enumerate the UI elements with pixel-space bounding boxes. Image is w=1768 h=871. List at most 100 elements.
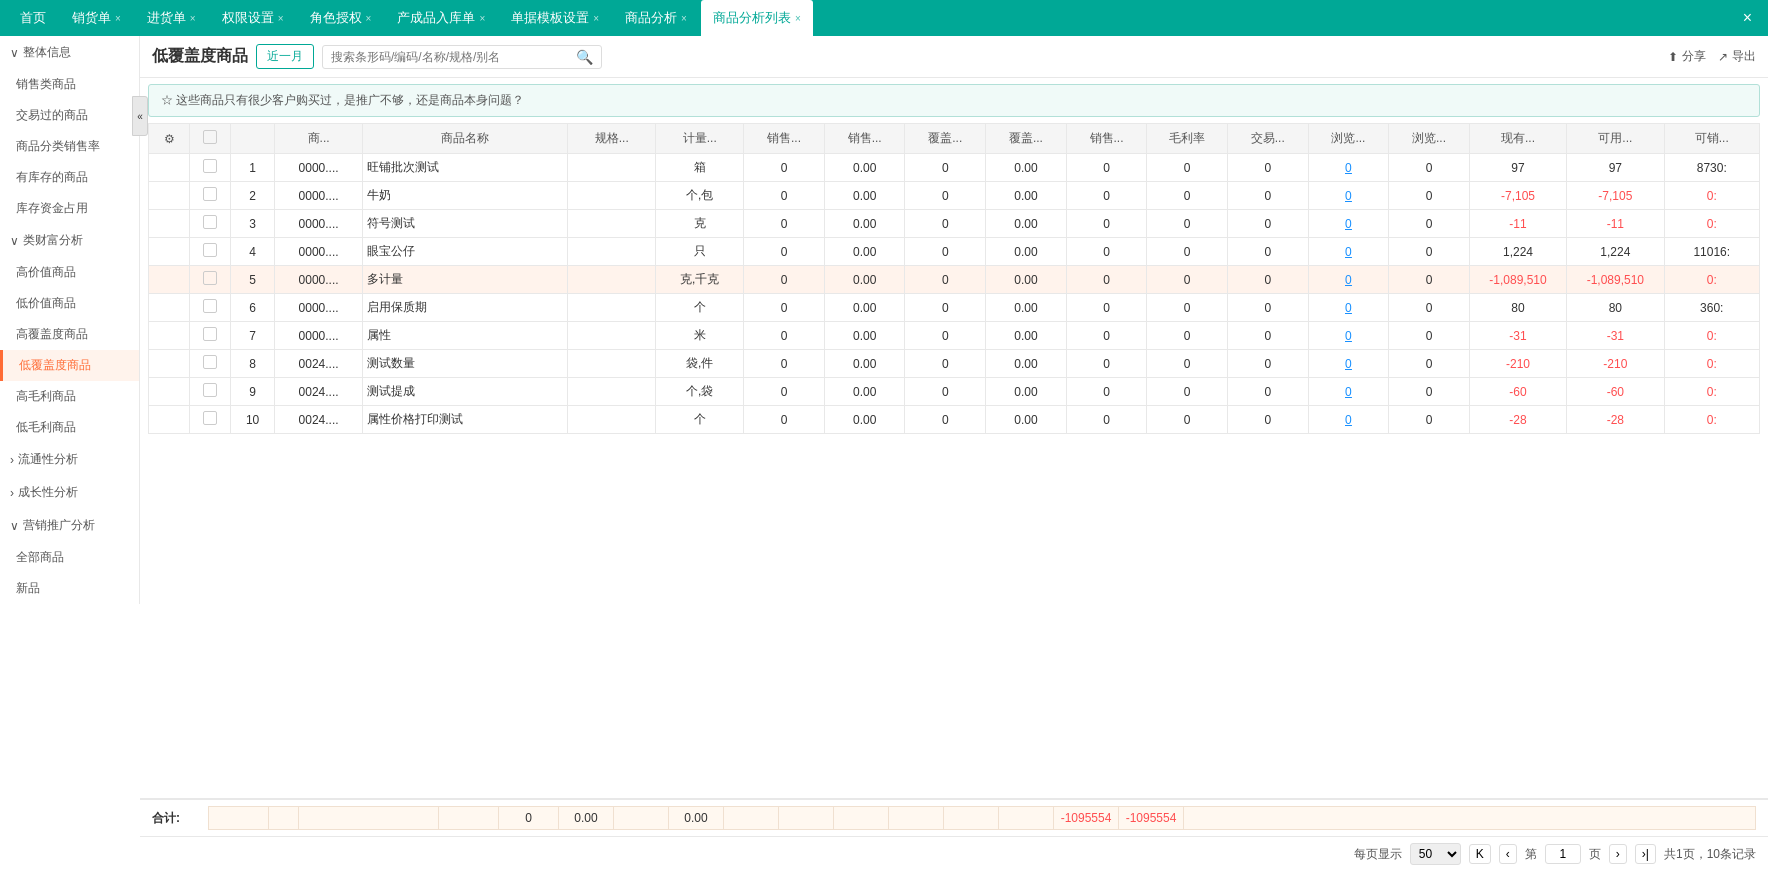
row-curr-stock: -31 — [1469, 322, 1566, 350]
sidebar-item-low-value[interactable]: 低价值商品 — [0, 288, 139, 319]
row-settings — [149, 238, 190, 266]
row-checkbox[interactable] — [190, 154, 231, 182]
row-browse1[interactable]: 0 — [1308, 350, 1389, 378]
row-browse1[interactable]: 0 — [1308, 294, 1389, 322]
row-browse1[interactable]: 0 — [1308, 210, 1389, 238]
sidebar-item-sales-rate[interactable]: 商品分类销售率 — [0, 131, 139, 162]
row-checkbox[interactable] — [190, 294, 231, 322]
row-browse1[interactable]: 0 — [1308, 266, 1389, 294]
per-page-select[interactable]: 50 100 200 — [1410, 843, 1461, 865]
last-page-button[interactable]: ›| — [1635, 844, 1656, 864]
row-browse1[interactable]: 0 — [1308, 238, 1389, 266]
export-label: 导出 — [1732, 48, 1756, 65]
prev-page-button[interactable]: ‹ — [1499, 844, 1517, 864]
th-code: 商... — [275, 124, 363, 154]
close-sales-icon[interactable]: × — [115, 13, 121, 24]
sidebar-section-flow[interactable]: › 流通性分析 — [0, 443, 139, 476]
row-spec — [568, 322, 656, 350]
th-profit-rate: 毛利率 — [1147, 124, 1228, 154]
row-browse1[interactable]: 0 — [1308, 322, 1389, 350]
row-browse2: 0 — [1389, 210, 1470, 238]
row-checkbox[interactable] — [190, 266, 231, 294]
sidebar-item-high-profit[interactable]: 高毛利商品 — [0, 381, 139, 412]
row-cov2: 0.00 — [986, 266, 1067, 294]
export-button[interactable]: ↗ 导出 — [1718, 48, 1756, 65]
close-permissions-icon[interactable]: × — [278, 13, 284, 24]
sidebar-item-high-coverage[interactable]: 高覆盖度商品 — [0, 319, 139, 350]
search-input[interactable] — [331, 50, 572, 64]
sidebar-section-growth[interactable]: › 成长性分析 — [0, 476, 139, 509]
date-filter-button[interactable]: 近一月 — [256, 44, 314, 69]
row-num: 2 — [231, 182, 275, 210]
row-name: 牛奶 — [363, 182, 568, 210]
sidebar-item-sales-goods[interactable]: 销售类商品 — [0, 69, 139, 100]
sidebar-item-inventory-capital[interactable]: 库存资金占用 — [0, 193, 139, 224]
sidebar-item-low-coverage[interactable]: 低覆盖度商品 — [0, 350, 139, 381]
tab-production[interactable]: 产成品入库单 × — [385, 0, 497, 36]
close-templates-icon[interactable]: × — [593, 13, 599, 24]
tab-analysis-list[interactable]: 商品分析列表 × — [701, 0, 813, 36]
tab-permissions-label: 权限设置 — [222, 9, 274, 27]
tab-sales[interactable]: 销货单 × — [60, 0, 133, 36]
sidebar-item-high-value[interactable]: 高价值商品 — [0, 257, 139, 288]
row-avail: -31 — [1567, 322, 1664, 350]
tab-analysis[interactable]: 商品分析 × — [613, 0, 699, 36]
share-button[interactable]: ⬆ 分享 — [1668, 48, 1706, 65]
row-trans: 0 — [1227, 266, 1308, 294]
next-page-button[interactable]: › — [1609, 844, 1627, 864]
row-checkbox[interactable] — [190, 406, 231, 434]
page-input[interactable] — [1545, 844, 1581, 864]
row-checkbox[interactable] — [190, 182, 231, 210]
close-purchase-icon[interactable]: × — [190, 13, 196, 24]
close-all-tabs-button[interactable]: × — [1735, 9, 1760, 27]
sidebar-item-inventory-goods[interactable]: 有库存的商品 — [0, 162, 139, 193]
row-browse1[interactable]: 0 — [1308, 378, 1389, 406]
sidebar-item-new-goods[interactable]: 新品 — [0, 573, 139, 604]
header-checkbox[interactable] — [203, 130, 217, 144]
tab-templates[interactable]: 单据模板设置 × — [499, 0, 611, 36]
sidebar-section-overview[interactable]: ∨ 整体信息 — [0, 36, 139, 69]
row-saleable: 0: — [1664, 322, 1759, 350]
th-available: 可用... — [1567, 124, 1664, 154]
tab-permissions[interactable]: 权限设置 × — [210, 0, 296, 36]
sidebar-collapse-button[interactable]: « — [132, 96, 148, 136]
row-browse1[interactable]: 0 — [1308, 154, 1389, 182]
share-label: 分享 — [1682, 48, 1706, 65]
row-sales-qty: 0 — [744, 154, 825, 182]
row-browse1[interactable]: 0 — [1308, 406, 1389, 434]
search-icon[interactable]: 🔍 — [576, 49, 593, 65]
row-sales-qty: 0 — [744, 294, 825, 322]
high-coverage-label: 高覆盖度商品 — [16, 327, 88, 341]
row-checkbox[interactable] — [190, 322, 231, 350]
total-empty-9 — [889, 807, 944, 829]
row-settings — [149, 406, 190, 434]
tab-home[interactable]: 首页 — [8, 0, 58, 36]
close-analysis-icon[interactable]: × — [681, 13, 687, 24]
sidebar-section-category[interactable]: ∨ 类财富分析 — [0, 224, 139, 257]
tab-production-label: 产成品入库单 — [397, 9, 475, 27]
tab-roles[interactable]: 角色授权 × — [298, 0, 384, 36]
close-analysis-list-icon[interactable]: × — [795, 13, 801, 24]
row-name: 启用保质期 — [363, 294, 568, 322]
row-browse1[interactable]: 0 — [1308, 182, 1389, 210]
th-settings[interactable]: ⚙ — [149, 124, 190, 154]
row-num: 3 — [231, 210, 275, 238]
close-production-icon[interactable]: × — [479, 13, 485, 24]
close-roles-icon[interactable]: × — [366, 13, 372, 24]
sidebar-item-low-profit[interactable]: 低毛利商品 — [0, 412, 139, 443]
sidebar-item-all-goods[interactable]: 全部商品 — [0, 542, 139, 573]
row-checkbox[interactable] — [190, 210, 231, 238]
row-browse2: 0 — [1389, 378, 1470, 406]
row-checkbox[interactable] — [190, 238, 231, 266]
row-checkbox[interactable] — [190, 378, 231, 406]
sidebar-item-traded-goods[interactable]: 交易过的商品 — [0, 100, 139, 131]
table-wrapper[interactable]: ⚙ 商... 商品名称 规格... 计量... 销售... 销售... 覆盖..… — [140, 123, 1768, 798]
row-saleable: 0: — [1664, 378, 1759, 406]
row-cov2: 0.00 — [986, 378, 1067, 406]
first-page-button[interactable]: K — [1469, 844, 1491, 864]
th-checkbox[interactable] — [190, 124, 231, 154]
row-checkbox[interactable] — [190, 350, 231, 378]
sidebar-section-marketing[interactable]: ∨ 营销推广分析 — [0, 509, 139, 542]
tab-purchase[interactable]: 进货单 × — [135, 0, 208, 36]
row-saleable: 360: — [1664, 294, 1759, 322]
